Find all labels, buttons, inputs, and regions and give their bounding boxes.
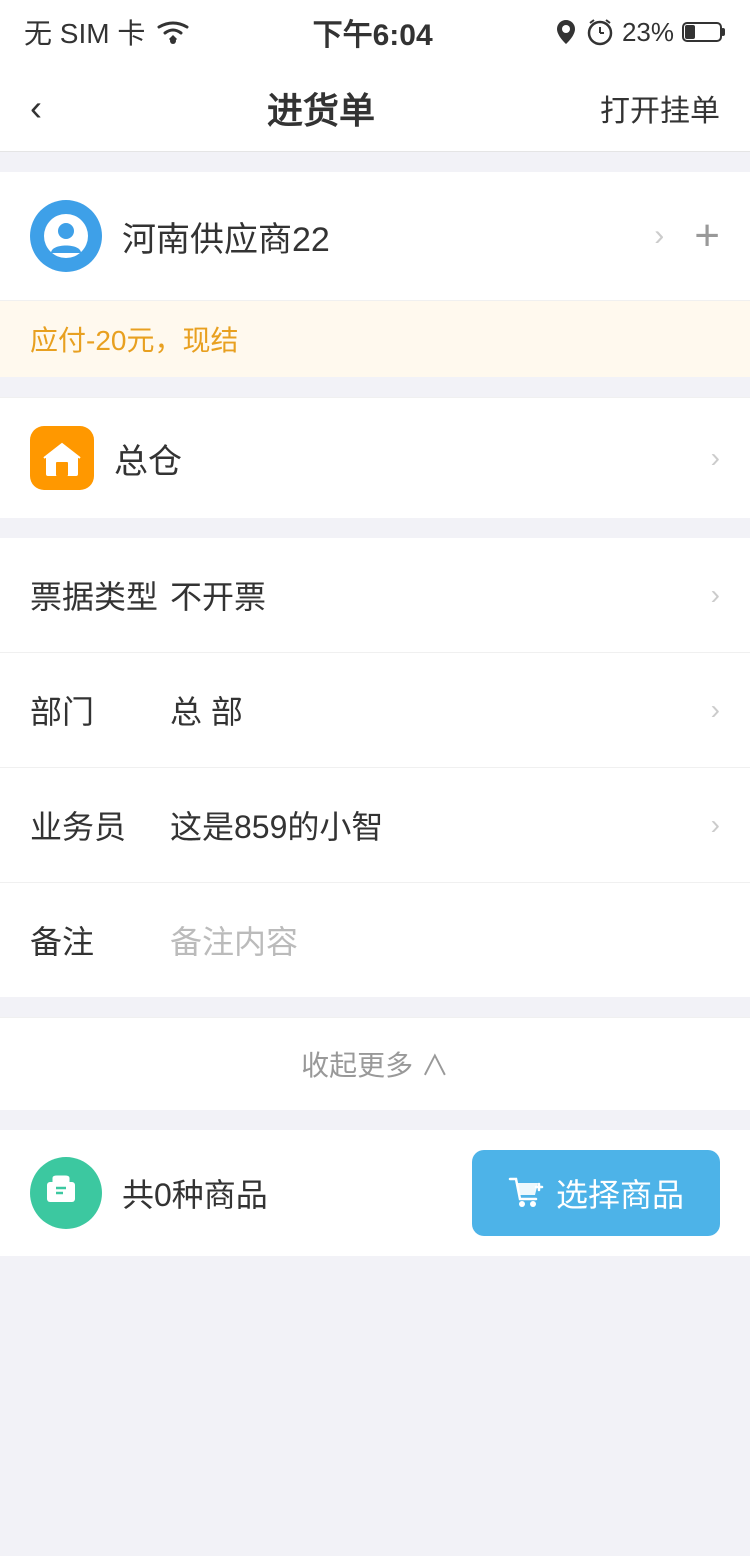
invoice-label: 票据类型: [30, 572, 170, 618]
gap-2: [0, 377, 750, 397]
warehouse-section: 总仓 ›: [0, 397, 750, 518]
remark-row[interactable]: 备注 备注内容: [0, 883, 750, 997]
product-cart-icon: [45, 1174, 87, 1212]
gap-1: [0, 152, 750, 172]
back-button[interactable]: ‹: [30, 87, 42, 129]
bottom-bar: 共0种商品 选择商品: [0, 1130, 750, 1256]
collapse-label: 收起更多 ∧: [301, 1050, 449, 1081]
select-cart-icon: [508, 1177, 544, 1209]
location-icon: [554, 18, 578, 46]
supplier-section: 河南供应商22 › + 应付-20元，现结: [0, 172, 750, 377]
battery-icon: [682, 21, 726, 43]
invoice-chevron-icon: ›: [711, 579, 720, 611]
remark-input[interactable]: 备注内容: [170, 917, 720, 963]
warehouse-row[interactable]: 总仓 ›: [0, 397, 750, 518]
notice-bar: 应付-20元，现结: [0, 301, 750, 377]
invoice-value: 不开票: [170, 572, 711, 618]
select-product-button[interactable]: 选择商品: [472, 1150, 720, 1236]
notice-text: 应付-20元，现结: [30, 325, 238, 356]
nav-bar: ‹ 进货单 打开挂单: [0, 64, 750, 152]
supplier-row[interactable]: 河南供应商22 › +: [0, 172, 750, 301]
salesperson-row[interactable]: 业务员 这是859的小智 ›: [0, 768, 750, 883]
status-time: 下午6:04: [313, 10, 433, 54]
sim-text: 无 SIM 卡: [24, 12, 145, 52]
avatar-icon: [44, 214, 88, 258]
add-supplier-button[interactable]: +: [694, 214, 720, 258]
form-section: 票据类型 不开票 › 部门 总 部 › 业务员 这是859的小智 › 备注 备注…: [0, 538, 750, 997]
salesperson-value: 这是859的小智: [170, 802, 711, 848]
warehouse-icon: [42, 440, 82, 476]
product-icon-wrap: [30, 1157, 102, 1229]
salesperson-chevron-icon: ›: [711, 809, 720, 841]
warehouse-name: 总仓: [114, 434, 711, 483]
status-left: 无 SIM 卡: [24, 12, 191, 52]
page-title: 进货单: [267, 82, 375, 134]
warehouse-chevron-icon: ›: [711, 442, 720, 474]
alarm-icon: [586, 18, 614, 46]
supplier-name: 河南供应商22: [122, 212, 654, 261]
department-value: 总 部: [170, 687, 711, 733]
department-chevron-icon: ›: [711, 694, 720, 726]
page-background: [0, 1256, 750, 1556]
status-right: 23%: [554, 17, 726, 48]
supplier-chevron-icon: ›: [654, 219, 664, 253]
supplier-avatar: [30, 200, 102, 272]
status-bar: 无 SIM 卡 下午6:04 23%: [0, 0, 750, 64]
department-row[interactable]: 部门 总 部 ›: [0, 653, 750, 768]
product-count: 共0种商品: [122, 1170, 472, 1216]
wifi-icon: [155, 19, 191, 45]
open-pending-button[interactable]: 打开挂单: [600, 86, 720, 130]
select-btn-label: 选择商品: [556, 1170, 684, 1216]
collapse-row[interactable]: 收起更多 ∧: [0, 1017, 750, 1110]
warehouse-icon-wrap: [30, 426, 94, 490]
department-label: 部门: [30, 687, 170, 733]
battery-text: 23%: [622, 17, 674, 48]
salesperson-label: 业务员: [30, 802, 170, 848]
remark-label: 备注: [30, 917, 170, 963]
invoice-type-row[interactable]: 票据类型 不开票 ›: [0, 538, 750, 653]
